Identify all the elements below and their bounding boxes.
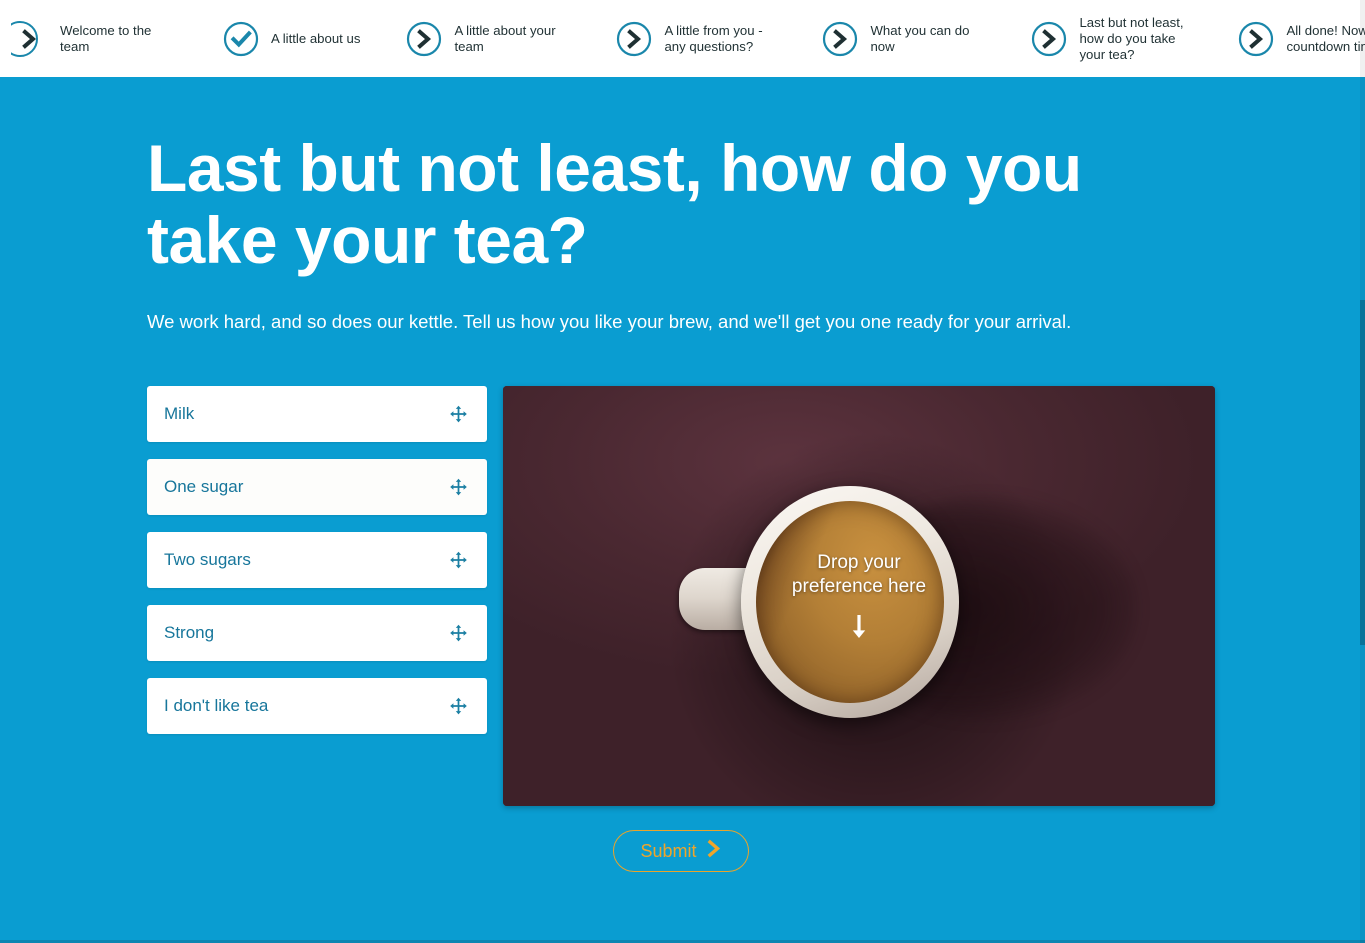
stepper-step-label: Last but not least, how do you take your… <box>1079 14 1184 62</box>
dropzone-instruction-line2: preference here <box>791 575 927 597</box>
chevron-right-circle-icon <box>1237 20 1275 58</box>
chevron-right-circle-icon <box>1030 20 1068 58</box>
stepper-step-label: A little about us <box>271 30 361 46</box>
stepper-step-label: A little from you - any questions? <box>664 22 763 54</box>
arrow-down-icon <box>849 614 869 644</box>
option-label: One sugar <box>164 477 244 496</box>
stepper-step-0[interactable]: Welcome to the team <box>11 20 178 58</box>
option-label: I don't like tea <box>164 696 269 715</box>
stepper-step-label: What you can do now <box>870 22 970 54</box>
dropzone-instruction-line1: Drop your <box>817 551 901 573</box>
stepper-step-1[interactable]: A little about us <box>222 20 360 58</box>
page-subtitle: We work hard, and so does our kettle. Te… <box>147 311 1072 332</box>
submit-button[interactable]: Submit <box>613 830 749 872</box>
move-icon[interactable] <box>449 478 468 497</box>
move-icon[interactable] <box>449 551 468 570</box>
dropzone-overlay: Drop your preference here <box>503 386 1215 806</box>
preference-dropzone[interactable]: Drop your preference here <box>503 386 1215 806</box>
list-item[interactable]: I don't like tea <box>147 678 487 734</box>
stepper-step-label: All done! Now it's countdown time. <box>1286 22 1365 54</box>
move-icon[interactable] <box>449 624 468 643</box>
list-item[interactable]: Strong <box>147 605 487 661</box>
option-label: Two sugars <box>164 550 251 569</box>
chevron-right-circle-icon <box>405 20 443 58</box>
chevron-right-circle-icon <box>615 20 653 58</box>
list-item[interactable]: Two sugars <box>147 532 487 588</box>
submit-row: Submit <box>503 830 859 872</box>
preference-option-list: Milk One sugar Two sugars Strong I don't… <box>147 386 487 751</box>
stepper-nav: Welcome to the team A little about us A … <box>0 0 1365 77</box>
stepper-step-3[interactable]: A little from you - any questions? <box>615 20 782 58</box>
stepper-step-label: Welcome to the team <box>60 22 152 54</box>
stepper-step-6[interactable]: All done! Now it's countdown time. <box>1237 20 1365 58</box>
vertical-scrollbar-thumb[interactable] <box>1360 300 1365 645</box>
chevron-right-icon <box>11 20 49 58</box>
vertical-scrollbar-track[interactable] <box>1360 0 1365 943</box>
stepper-step-5[interactable]: Last but not least, how do you take your… <box>1030 15 1197 63</box>
move-icon[interactable] <box>449 405 468 424</box>
submit-button-label: Submit <box>640 840 697 861</box>
chevron-right-icon <box>707 839 722 863</box>
stepper-step-2[interactable]: A little about your team <box>405 20 572 58</box>
stepper-step-4[interactable]: What you can do now <box>821 20 988 58</box>
dropzone-instruction: Drop your preference here <box>774 551 944 599</box>
move-icon[interactable] <box>449 697 468 716</box>
stepper-step-label: A little about your team <box>454 22 556 54</box>
option-label: Strong <box>164 623 215 642</box>
option-label: Milk <box>164 404 195 423</box>
list-item[interactable]: One sugar <box>147 459 487 515</box>
check-circle-icon <box>222 20 260 58</box>
list-item[interactable]: Milk <box>147 386 487 442</box>
page-title: Last but not least, how do you take your… <box>147 131 1082 277</box>
page-body: Last but not least, how do you take your… <box>0 77 1365 943</box>
chevron-right-circle-icon <box>821 20 859 58</box>
